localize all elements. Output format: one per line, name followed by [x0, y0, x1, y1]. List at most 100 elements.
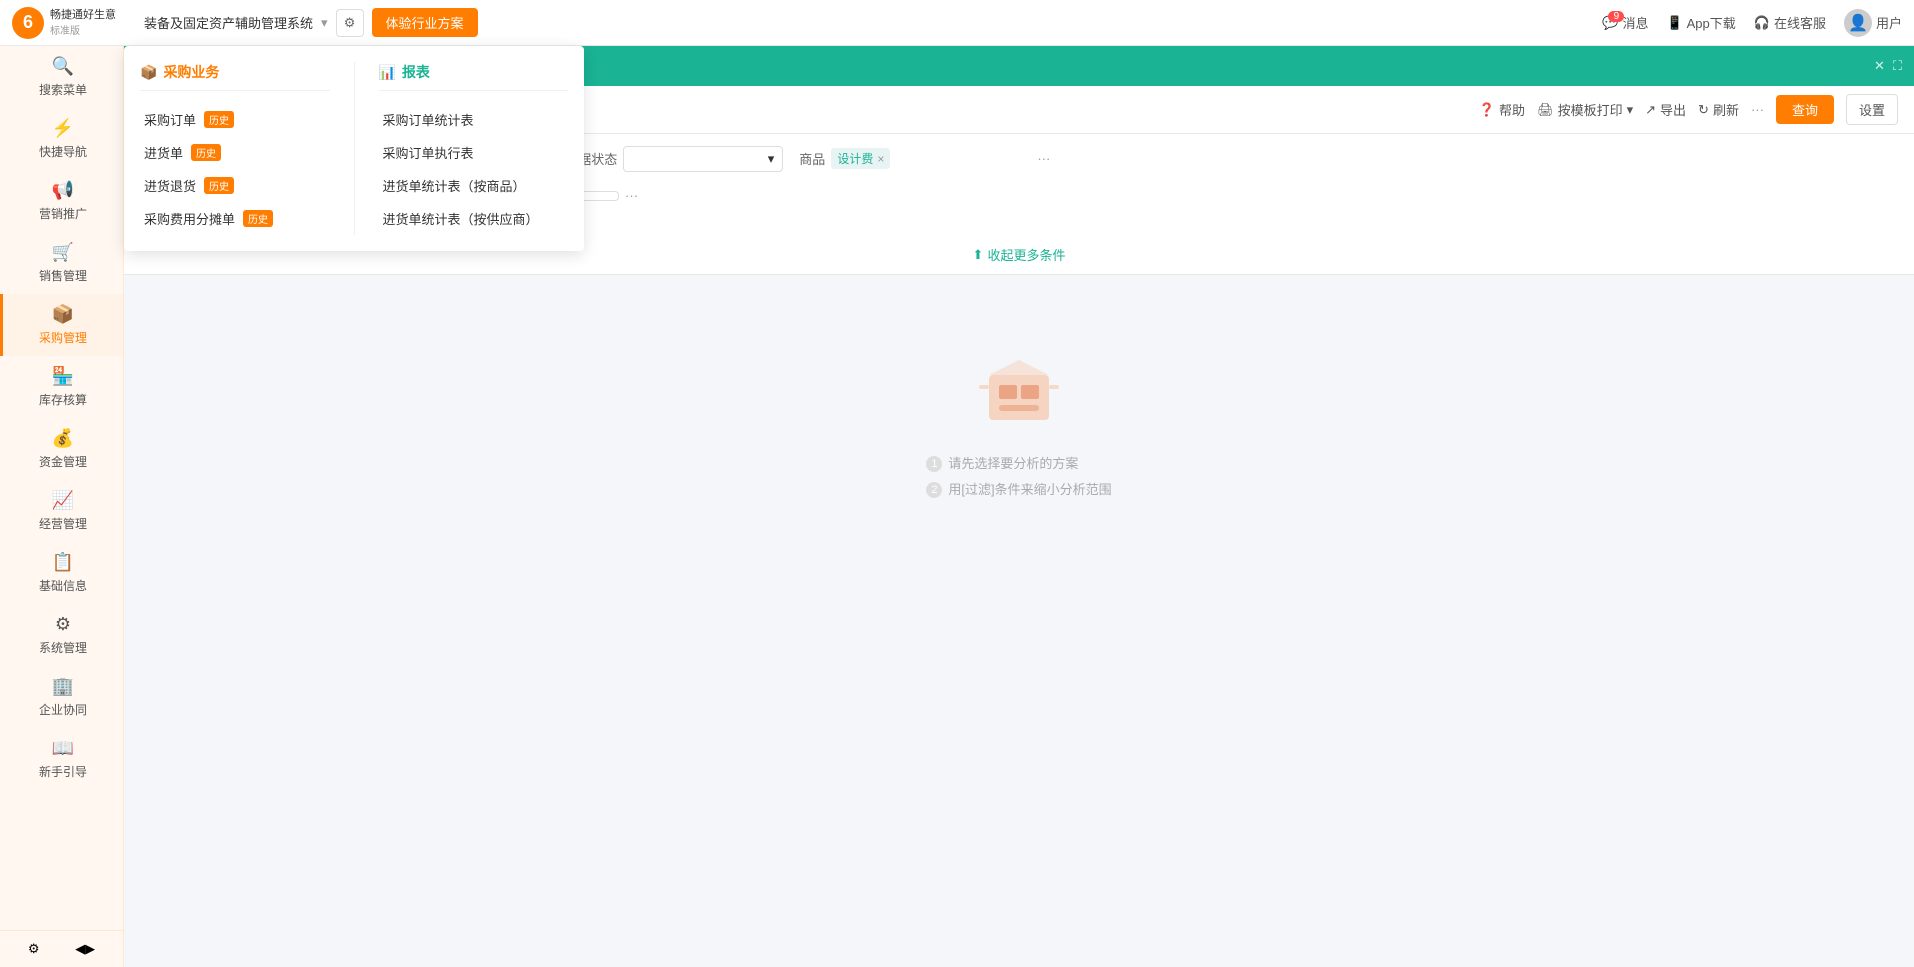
dropdown-item-purchase-exec[interactable]: 采购订单执行表: [379, 136, 569, 169]
dropdown-item-purchase-stat[interactable]: 采购订单统计表: [379, 103, 569, 136]
logo-icon: 6: [12, 7, 44, 39]
collapse-sidebar-icon[interactable]: ◀▶: [75, 941, 95, 957]
message-button[interactable]: 💬 9 消息: [1602, 13, 1648, 32]
logo-text: 畅捷通好生意: [50, 8, 116, 22]
gear-button[interactable]: ⚙: [336, 9, 364, 37]
help-icon: ❓: [1479, 102, 1495, 118]
dropdown-item-goods-stat[interactable]: 进货单统计表（按商品）: [379, 169, 569, 202]
tab-maximize-icon[interactable]: ⛶: [1893, 58, 1902, 74]
main-layout: 🔍 搜索菜单 ⚡ 快捷导航 📢 营销推广 🛒 销售管理 📦 采购管理 🏪 库存核…: [0, 46, 1914, 967]
app-download-button[interactable]: 📱 App下载: [1666, 13, 1735, 32]
hint-item-1: 1 请先选择要分析的方案: [926, 451, 1111, 477]
export-icon: ↗: [1645, 102, 1656, 118]
settings-button[interactable]: 设置: [1846, 94, 1898, 125]
dropdown-item-return[interactable]: 进货退货 历史: [140, 169, 330, 202]
tab-bar-actions: ✕ ⛶: [1874, 58, 1914, 74]
logo-sub: 标准版: [50, 22, 116, 37]
incoming-label: 进货单: [144, 143, 183, 162]
sidebar-item-finance[interactable]: 💰 资金管理: [0, 418, 123, 480]
sidebar-item-company[interactable]: 🏢 企业协同: [0, 666, 123, 728]
history-badge-3: 历史: [204, 177, 234, 194]
search-icon: 🔍: [52, 56, 74, 77]
tab-close-all-icon[interactable]: ✕: [1874, 58, 1885, 74]
purchase-order-label: 采购订单: [144, 110, 196, 129]
sidebar-label-company: 企业协同: [39, 701, 87, 718]
sidebar-label-operation: 经营管理: [39, 515, 87, 532]
refresh-label: 刷新: [1713, 100, 1739, 119]
print-dropdown-icon[interactable]: ▾: [1627, 102, 1634, 118]
system-title: 装备及固定资产辅助管理系统: [144, 13, 313, 32]
sidebar-item-sales[interactable]: 🛒 销售管理: [0, 232, 123, 294]
market-icon: 📢: [52, 180, 74, 201]
inventory-icon: 🏪: [52, 366, 74, 387]
logo-text-block: 畅捷通好生意 标准版: [50, 8, 116, 37]
col1-icon: 📦: [140, 64, 157, 81]
system-icon: ⚙: [55, 614, 71, 635]
export-button[interactable]: ↗ 导出: [1645, 100, 1686, 119]
goods-stat-label: 进货单统计表（按商品）: [383, 176, 526, 195]
settings-icon[interactable]: ⚙: [28, 941, 40, 957]
sidebar-item-operation[interactable]: 📈 经营管理: [0, 480, 123, 542]
purchase-icon: 📦: [52, 304, 74, 325]
status-select[interactable]: ▾: [623, 146, 783, 172]
dropdown-item-purchase-order[interactable]: 采购订单 历史: [140, 103, 330, 136]
content-area: 首页 销售排行榜 × ✕ ⛶ 📦 采购业务 采购订单: [124, 46, 1914, 967]
goods-more-dots[interactable]: ···: [1037, 151, 1050, 166]
empty-state: 1 请先选择要分析的方案 2 用[过滤]条件来缩小分析范围: [124, 275, 1914, 583]
dropdown-col1-header: 📦 采购业务: [140, 62, 330, 91]
dropdown-item-expense[interactable]: 采购费用分摊单 历史: [140, 202, 330, 235]
col2-title: 报表: [402, 62, 430, 82]
sidebar-label-basic: 基础信息: [39, 577, 87, 594]
supplier-stat-label: 进货单统计表（按供应商）: [383, 209, 539, 228]
sidebar-item-search[interactable]: 🔍 搜索菜单: [0, 46, 123, 108]
sidebar-item-inventory[interactable]: 🏪 库存核算: [0, 356, 123, 418]
query-button[interactable]: 查询: [1776, 95, 1834, 124]
goods-tag-text: 设计费: [837, 150, 873, 167]
header-right: 💬 9 消息 📱 App下载 🎧 在线客服 👤 用户: [1602, 9, 1902, 37]
print-button[interactable]: 🖨 按模板打印 ▾: [1537, 100, 1633, 119]
message-badge: 9: [1608, 11, 1624, 22]
industry-button[interactable]: 体验行业方案: [372, 8, 478, 37]
online-service-button[interactable]: 🎧 在线客服: [1754, 13, 1826, 32]
header-center: 装备及固定资产辅助管理系统 ▾ ⚙ 体验行业方案: [132, 8, 1602, 37]
sidebar-label-purchase: 采购管理: [39, 329, 87, 346]
filter-item-goods: 商品 设计费 × ···: [799, 148, 1050, 169]
sidebar-item-system[interactable]: ⚙ 系统管理: [0, 604, 123, 666]
purchase-dropdown-menu: 📦 采购业务 采购订单 历史 进货单 历史 进货退货 历史: [124, 46, 584, 251]
sidebar-item-purchase[interactable]: 📦 采购管理: [0, 294, 123, 356]
sidebar-item-guide[interactable]: 📖 新手引导: [0, 728, 123, 790]
goods-tag-close[interactable]: ×: [877, 152, 884, 166]
fast-icon: ⚡: [52, 118, 74, 139]
sidebar-item-market[interactable]: 📢 营销推广: [0, 170, 123, 232]
phone-icon: 📱: [1666, 15, 1682, 31]
status-dropdown-icon: ▾: [768, 151, 775, 167]
dropdown-col2-header: 📊 报表: [379, 62, 569, 91]
dropdown-item-supplier-stat[interactable]: 进货单统计表（按供应商）: [379, 202, 569, 235]
sidebar-item-basic[interactable]: 📋 基础信息: [0, 542, 123, 604]
hint-item-2: 2 用[过滤]条件来缩小分析范围: [926, 477, 1111, 503]
sidebar-label-system: 系统管理: [39, 639, 87, 656]
filter-item-status: 单据状态 ▾: [565, 146, 783, 172]
help-button[interactable]: ❓ 帮助: [1479, 100, 1525, 119]
top-header: 6 畅捷通好生意 标准版 装备及固定资产辅助管理系统 ▾ ⚙ 体验行业方案 💬 …: [0, 0, 1914, 46]
app-download-label: App下载: [1687, 13, 1736, 32]
hint-text-1: 请先选择要分析的方案: [948, 451, 1078, 477]
sidebar: 🔍 搜索菜单 ⚡ 快捷导航 📢 营销推广 🛒 销售管理 📦 采购管理 🏪 库存核…: [0, 46, 124, 967]
refresh-icon: ↻: [1698, 102, 1709, 118]
salesman-more-dots[interactable]: ···: [625, 188, 638, 203]
col1-title: 采购业务: [163, 62, 219, 82]
online-service-label: 在线客服: [1774, 13, 1826, 32]
dropdown-item-incoming[interactable]: 进货单 历史: [140, 136, 330, 169]
sidebar-item-fast[interactable]: ⚡ 快捷导航: [0, 108, 123, 170]
message-label: 消息: [1622, 13, 1648, 32]
user-avatar: 👤: [1844, 9, 1872, 37]
dropdown-arrow-icon[interactable]: ▾: [321, 15, 328, 31]
toolbar-dots[interactable]: ···: [1751, 102, 1764, 117]
refresh-button[interactable]: ↻ 刷新: [1698, 100, 1739, 119]
user-button[interactable]: 👤 用户: [1844, 9, 1902, 37]
goods-filter-label: 商品: [799, 149, 825, 168]
empty-svg: [969, 355, 1069, 435]
user-label: 用户: [1876, 13, 1902, 32]
goods-tag-1: 设计费 ×: [831, 148, 890, 169]
history-badge-1: 历史: [204, 111, 234, 128]
